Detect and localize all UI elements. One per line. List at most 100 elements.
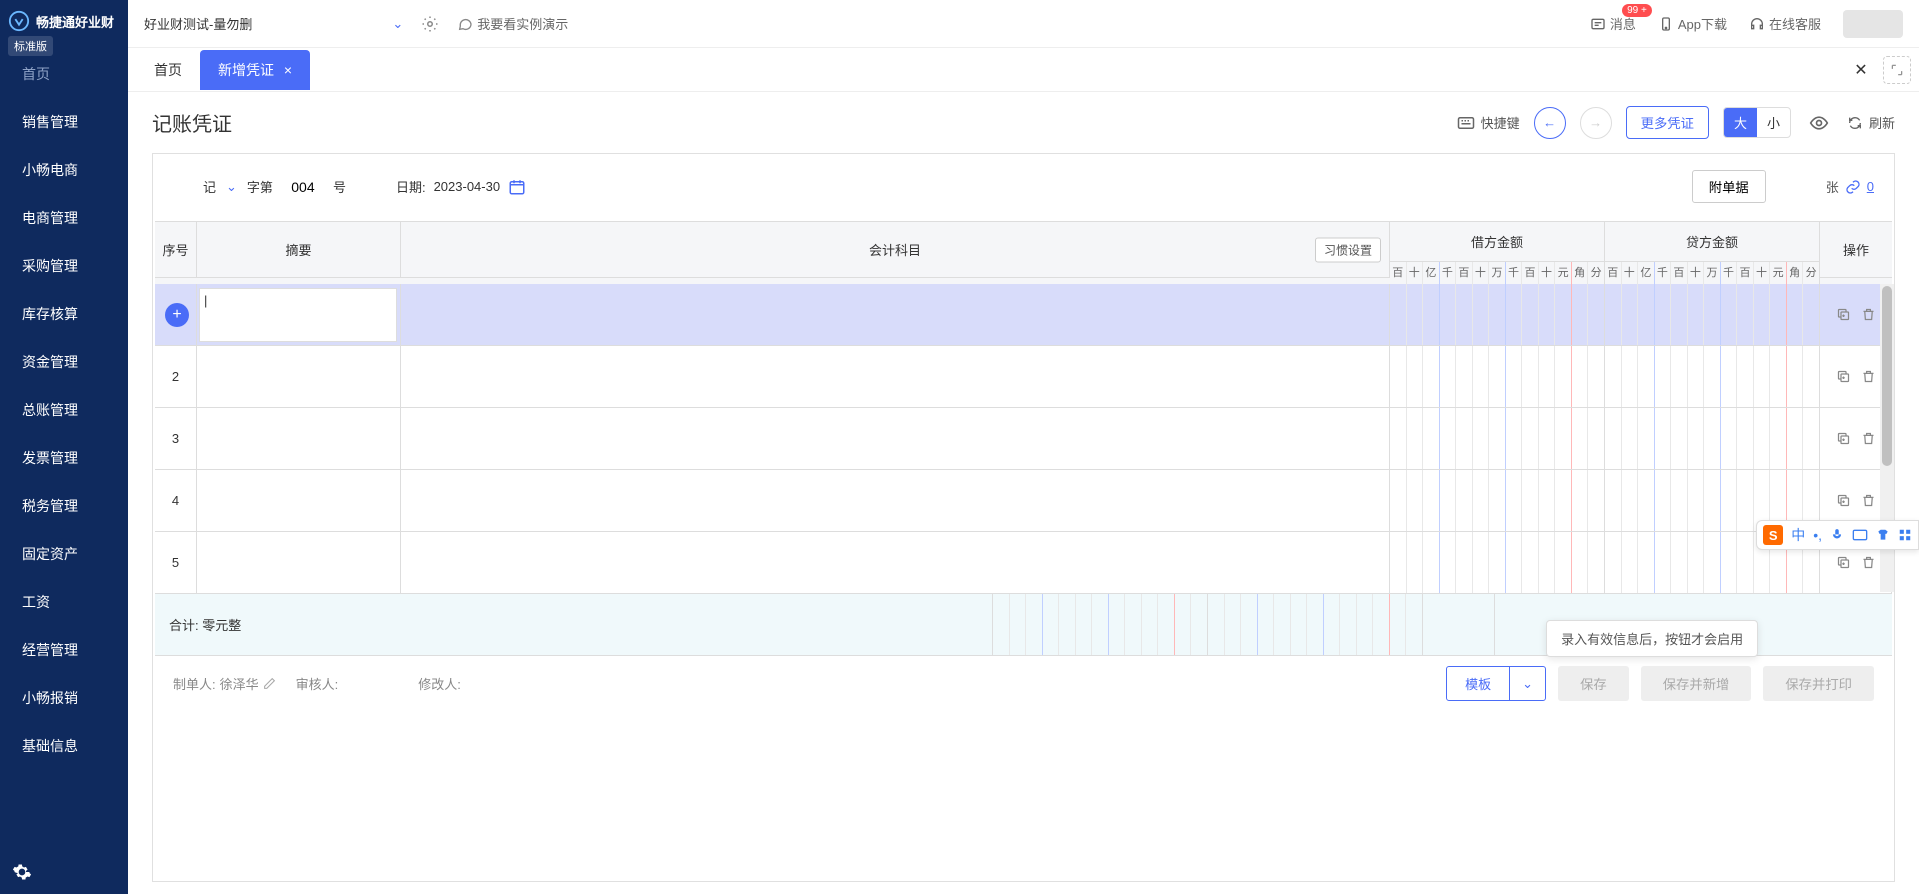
more-vouchers-button[interactable]: 更多凭证 [1626,106,1709,139]
edit-icon[interactable] [263,677,276,690]
table-row[interactable]: 3 [155,408,1892,470]
chevron-down-icon[interactable]: ⌄ [226,179,237,195]
org-name: 好业财测试-量勿删 [144,14,252,33]
brand-title: 畅捷通好业财 [36,12,114,31]
prev-voucher-button[interactable]: ← [1534,107,1566,139]
close-icon[interactable]: × [284,62,292,78]
date-value[interactable]: 2023-04-30 [434,179,501,194]
sidebar-item-inventory[interactable]: 库存核算 [0,290,128,338]
ime-punct-icon[interactable]: •, [1813,527,1822,543]
link-icon[interactable] [1845,179,1861,195]
table-row[interactable]: +| [155,284,1892,346]
delete-row-icon[interactable] [1861,369,1876,384]
demo-link[interactable]: 我要看实例演示 [457,14,568,33]
voucher-number-input[interactable] [283,179,323,195]
header-debit: 借方金额 [1390,222,1604,262]
sidebar-item-invoice[interactable]: 发票管理 [0,434,128,482]
visibility-button[interactable] [1805,109,1833,137]
tabs: 首页 新增凭证 × ✕ [128,48,1919,92]
header-credit: 贷方金额 [1605,222,1819,262]
sidebar-item-base[interactable]: 基础信息 [0,722,128,770]
habit-settings-button[interactable]: 习惯设置 [1315,237,1381,262]
message-icon [1590,16,1606,32]
chat-icon [457,16,473,32]
header-account: 会计科目 习惯设置 [401,222,1390,278]
ime-skin-icon[interactable] [1876,528,1890,542]
service-button[interactable]: 在线客服 [1749,14,1821,33]
sidebar-item-funds[interactable]: 资金管理 [0,338,128,386]
next-voucher-button[interactable]: → [1580,107,1612,139]
edition-badge: 标准版 [8,36,53,56]
org-selector[interactable]: 好业财测试-量勿删 ⌄ [144,14,403,33]
save-new-button: 保存并新增 [1641,666,1752,701]
refresh-icon [1847,115,1863,131]
delete-row-icon[interactable] [1861,431,1876,446]
sidebar-item-purchase[interactable]: 采购管理 [0,242,128,290]
size-small[interactable]: 小 [1757,108,1790,137]
modifier-label: 修改人: [418,674,461,693]
copy-row-icon[interactable] [1836,555,1851,570]
size-large[interactable]: 大 [1724,108,1757,137]
sidebar-header: 畅捷通好业财 [0,0,128,36]
sheet-label: 张 [1826,177,1839,196]
shortcut-button[interactable]: 快捷键 [1457,113,1520,132]
fullscreen-button[interactable] [1883,56,1911,84]
copy-row-icon[interactable] [1836,431,1851,446]
table-row[interactable]: 5 [155,532,1892,594]
delete-row-icon[interactable] [1861,307,1876,322]
sidebar-nav: 首页 销售管理 小畅电商 电商管理 采购管理 库存核算 资金管理 总账管理 发票… [0,64,128,850]
sidebar-item-ops[interactable]: 经营管理 [0,626,128,674]
sidebar-item-reimburse[interactable]: 小畅报销 [0,674,128,722]
sidebar: 畅捷通好业财 标准版 首页 销售管理 小畅电商 电商管理 采购管理 库存核算 资… [0,0,128,894]
template-button[interactable]: 模板 ⌄ [1446,666,1546,701]
header-seq: 序号 [155,222,197,278]
delete-row-icon[interactable] [1861,555,1876,570]
ime-toolbar[interactable]: S 中 •, [1756,520,1919,550]
tab-new-voucher[interactable]: 新增凭证 × [200,50,310,90]
save-tooltip: 录入有效信息后，按钮才会启用 [1546,620,1758,657]
copy-row-icon[interactable] [1836,369,1851,384]
ime-lang[interactable]: 中 [1791,525,1805,545]
app-download-button[interactable]: App下载 [1658,14,1727,33]
sidebar-item-sales[interactable]: 销售管理 [0,98,128,146]
chevron-down-icon: ⌄ [392,16,403,32]
delete-row-icon[interactable] [1861,493,1876,508]
sidebar-item-partial[interactable]: 首页 [0,64,128,98]
tab-home[interactable]: 首页 [136,50,200,90]
summary-input[interactable]: | [199,288,397,342]
size-toggle: 大 小 [1723,107,1791,138]
sidebar-settings[interactable] [0,850,128,894]
brand-logo-icon [8,10,30,32]
topbar-right: 消息 99 + App下载 在线客服 [1590,10,1903,38]
settings-icon[interactable] [421,15,439,33]
add-row-button[interactable]: + [165,303,189,327]
calendar-icon[interactable] [508,178,526,196]
sidebar-item-salary[interactable]: 工资 [0,578,128,626]
voucher-type[interactable]: 记 [203,177,216,196]
messages-button[interactable]: 消息 99 + [1590,14,1636,33]
refresh-button[interactable]: 刷新 [1847,113,1895,132]
attach-doc-button[interactable]: 附单据 [1692,170,1766,203]
voucher-meta: 记 ⌄ 字第 号 日期: 2023-04-30 附单据 张 [153,154,1894,213]
sidebar-item-ecommerce[interactable]: 电商管理 [0,194,128,242]
copy-row-icon[interactable] [1836,307,1851,322]
ime-tools-icon[interactable] [1898,528,1912,542]
page-header: 记账凭证 快捷键 ← → 更多凭证 大 小 刷新 [128,92,1919,153]
link-count[interactable]: 0 [1867,179,1874,194]
ime-keyboard-icon[interactable] [1852,528,1868,542]
sidebar-item-assets[interactable]: 固定资产 [0,530,128,578]
ime-mic-icon[interactable] [1830,528,1844,542]
sidebar-item-tax[interactable]: 税务管理 [0,482,128,530]
table-row[interactable]: 2 [155,346,1892,408]
hao-label: 号 [333,177,346,196]
sidebar-item-xchang-ec[interactable]: 小畅电商 [0,146,128,194]
gear-icon [12,862,32,882]
sidebar-item-gl[interactable]: 总账管理 [0,386,128,434]
close-panel-button[interactable]: ✕ [1847,56,1875,84]
header-credit-group: 贷方金额 百十亿千百十万千百十元角分 [1605,222,1820,284]
avatar[interactable] [1843,10,1903,38]
voucher-panel: 记 ⌄ 字第 号 日期: 2023-04-30 附单据 张 [152,153,1895,882]
copy-row-icon[interactable] [1836,493,1851,508]
chevron-down-icon: ⌄ [1510,669,1545,699]
table-row[interactable]: 4 [155,470,1892,532]
